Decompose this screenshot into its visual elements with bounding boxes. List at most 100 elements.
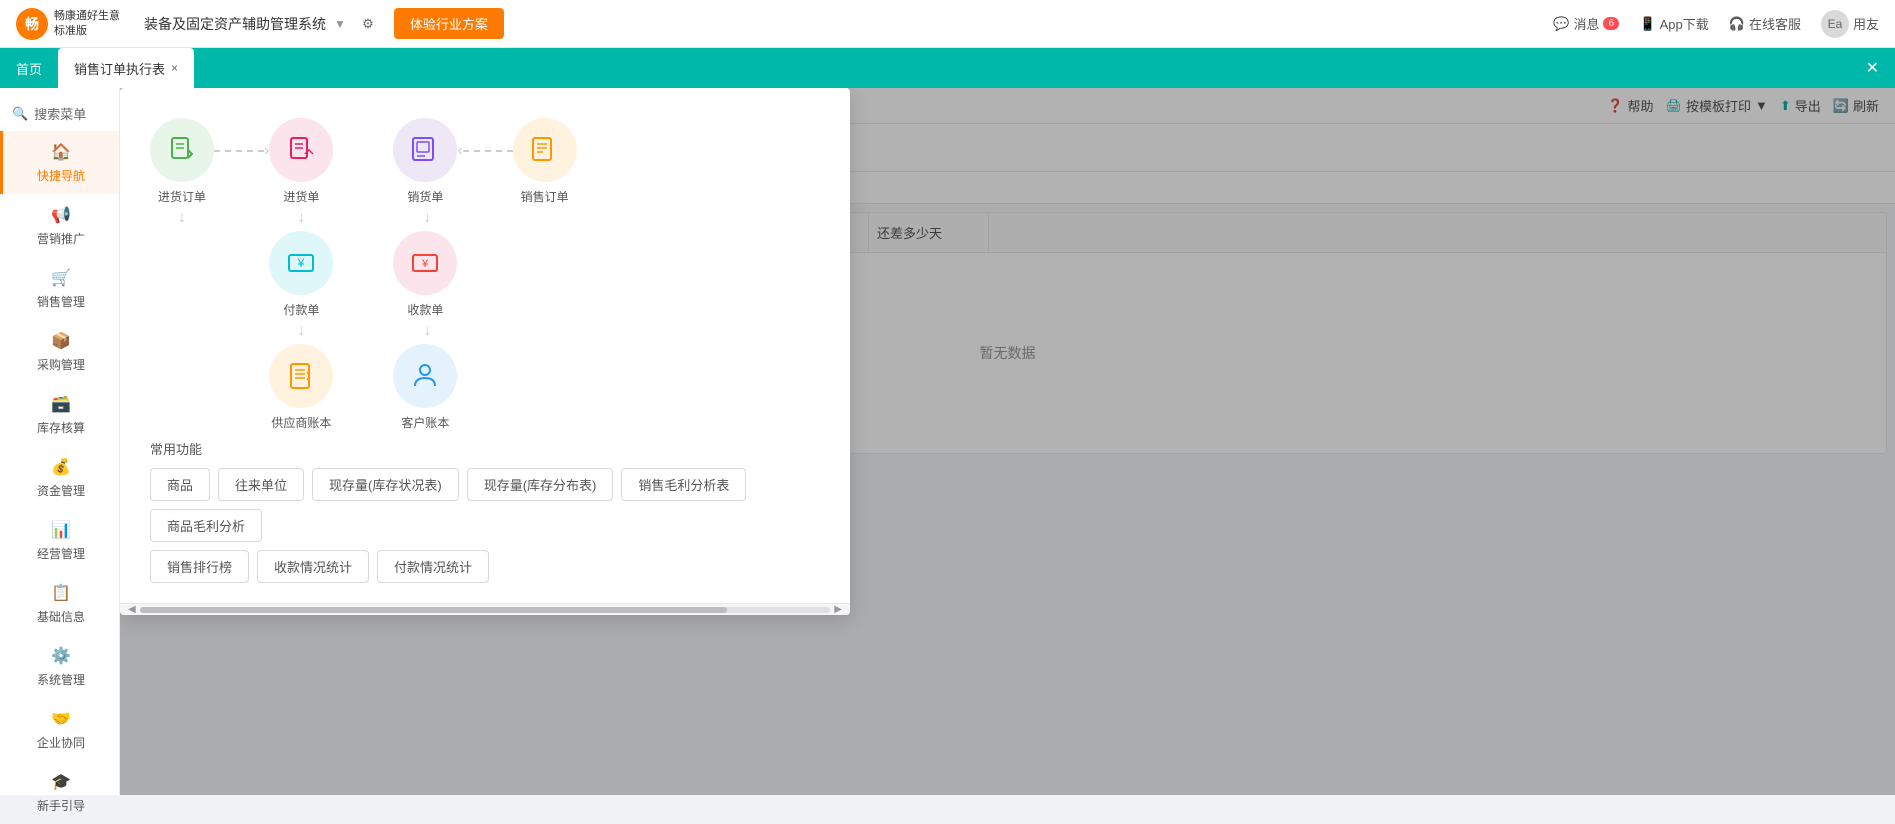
func-btn-sales-ranking[interactable]: 销售排行榜: [150, 550, 249, 583]
sales-order-label: 销售订单: [521, 188, 569, 205]
sales-icon: 🛒: [50, 267, 72, 289]
arrow-h-1: ›: [214, 118, 269, 160]
popup-content: 进货订单 ↓ ›: [120, 88, 850, 603]
flow-node-sales-order: 销售订单: [513, 118, 577, 205]
main-layout: 🔍 搜索菜单 🏠 快捷导航 📢 营销推广 🛒 销售管理 📦 采购管理 🗃️ 库存…: [0, 88, 1895, 795]
func-btn-stock-status[interactable]: 现存量(库存状况表): [312, 468, 459, 501]
sidebar-item-sales[interactable]: 🛒 销售管理: [0, 257, 119, 320]
scroll-right-icon[interactable]: ▶: [834, 604, 842, 615]
newbie-icon: 🎓: [50, 771, 72, 793]
tab-bar: 首页 销售订单执行表 × ✕: [0, 48, 1895, 88]
arrow-down-4: ↓: [423, 209, 431, 227]
content-area: ❓ 帮助 🖨 按模板打印 ▼ ⬆ 导出 🔄 刷新 yyyy-mm-dd 📅: [120, 88, 1895, 795]
online-service-label: 在线客服: [1749, 14, 1801, 33]
inventory-icon: 🗃️: [50, 393, 72, 415]
func-btn-receipt-stats[interactable]: 收款情况统计: [257, 550, 369, 583]
flow-col-mid-right: 销货单 ‹: [393, 118, 576, 431]
marketing-icon: 📢: [50, 204, 72, 226]
search-menu[interactable]: 🔍 搜索菜单: [0, 96, 119, 131]
home-icon: 🏠: [50, 141, 72, 163]
flow-node-purchase-bill: 进货单: [269, 118, 333, 205]
tab-close-icon[interactable]: ×: [171, 61, 178, 75]
sidebar: 🔍 搜索菜单 🏠 快捷导航 📢 营销推广 🛒 销售管理 📦 采购管理 🗃️ 库存…: [0, 88, 120, 795]
sidebar-item-marketing[interactable]: 📢 营销推广: [0, 194, 119, 257]
tab-sales-order[interactable]: 销售订单执行表 ×: [58, 48, 194, 88]
arrow-h-2: ‹: [457, 118, 512, 160]
enterprise-icon: 🤝: [50, 708, 72, 730]
func-btn-partners[interactable]: 往来单位: [218, 468, 304, 501]
purchase-icon: 📦: [50, 330, 72, 352]
func-btn-goods[interactable]: 商品: [150, 468, 210, 501]
common-title: 常用功能: [150, 439, 820, 458]
scroll-left-icon[interactable]: ◀: [128, 604, 136, 615]
tab-home[interactable]: 首页: [0, 48, 58, 88]
sidebar-item-base-info[interactable]: 📋 基础信息: [0, 572, 119, 635]
window-close-icon[interactable]: ✕: [1866, 58, 1879, 78]
receipt-label: 收款单: [407, 301, 443, 318]
mobile-icon: 📱: [1639, 16, 1655, 32]
logo-icon: 畅: [16, 8, 48, 40]
func-btn-stock-dist[interactable]: 现存量(库存分布表): [467, 468, 614, 501]
func-btn-goods-gross[interactable]: 商品毛利分析: [150, 509, 262, 542]
sys-mgmt-icon: ⚙️: [50, 645, 72, 667]
message-icon: 💬: [1553, 16, 1569, 32]
top-header: 畅 畅康通好生意 标准版 装备及固定资产辅助管理系统 ▼ ⚙ 体验行业方案 💬 …: [0, 0, 1895, 48]
sidebar-item-finance[interactable]: 💰 资金管理: [0, 446, 119, 509]
header-right: 💬 消息 6 📱 App下载 🎧 在线客服 Ea 用友: [1553, 10, 1879, 38]
supplier-ledger-icon: [269, 344, 333, 408]
sidebar-item-quick-nav[interactable]: 🏠 快捷导航: [0, 131, 119, 194]
func-btn-payment-stats[interactable]: 付款情况统计: [377, 550, 489, 583]
flow-node-supplier-ledger: 供应商账本: [269, 344, 333, 431]
finance-icon: 💰: [50, 456, 72, 478]
system-title-text: 装备及固定资产辅助管理系统: [144, 14, 326, 34]
sales-bill-label: 销货单: [407, 188, 443, 205]
popup-dialog: 进货订单 ↓ ›: [120, 88, 850, 615]
purchase-order-label: 进货订单: [158, 188, 206, 205]
svg-text:¥: ¥: [297, 256, 305, 270]
app-download-item[interactable]: 📱 App下载: [1639, 14, 1708, 33]
flow-node-payment: ¥ 付款单: [269, 231, 333, 318]
online-service-item[interactable]: 🎧 在线客服: [1729, 14, 1801, 33]
avatar: Ea: [1821, 10, 1849, 38]
sales-order-icon: [513, 118, 577, 182]
flow-node-sales-bill: 销货单: [393, 118, 457, 205]
search-icon: 🔍: [12, 106, 28, 122]
purchase-order-icon: [150, 118, 214, 182]
trial-btn[interactable]: 体验行业方案: [394, 8, 504, 39]
message-item[interactable]: 💬 消息 6: [1553, 14, 1619, 33]
sales-bill-icon: [393, 118, 457, 182]
sidebar-item-enterprise[interactable]: 🤝 企业协同: [0, 698, 119, 761]
arrow-down-3: ↓: [297, 322, 305, 340]
common-functions: 常用功能 商品 往来单位 现存量(库存状况表) 现存量(库存分布表) 销售毛利分…: [150, 439, 820, 583]
purchase-bill-icon: [269, 118, 333, 182]
system-title-area: 装备及固定资产辅助管理系统 ▼: [144, 14, 346, 34]
user-label: 用友: [1853, 14, 1879, 33]
receipt-icon: ¥: [393, 231, 457, 295]
sidebar-item-operations[interactable]: 📊 经营管理: [0, 509, 119, 572]
settings-gear-icon[interactable]: ⚙: [354, 10, 382, 38]
user-item[interactable]: Ea 用友: [1821, 10, 1879, 38]
sidebar-item-sys-mgmt[interactable]: ⚙️ 系统管理: [0, 635, 119, 698]
sidebar-item-purchase[interactable]: 📦 采购管理: [0, 320, 119, 383]
scroll-thumb: [140, 607, 727, 613]
flow-node-purchase-order: 进货订单: [150, 118, 214, 205]
svg-text:¥: ¥: [421, 258, 429, 270]
message-label: 消息: [1573, 14, 1599, 33]
popup-overlay: 进货订单 ↓ ›: [120, 88, 1895, 795]
message-badge: 6: [1603, 17, 1619, 30]
system-title-dropdown[interactable]: ▼: [334, 17, 346, 31]
operations-icon: 📊: [50, 519, 72, 541]
func-buttons: 商品 往来单位 现存量(库存状况表) 现存量(库存分布表) 销售毛利分析表 商品…: [150, 468, 820, 542]
sidebar-item-newbie[interactable]: 🎓 新手引导: [0, 761, 119, 824]
headset-icon: 🎧: [1729, 16, 1745, 32]
popup-scrollbar: ◀ ▶: [120, 603, 850, 615]
arrow-down-2: ↓: [297, 209, 305, 227]
func-btn-sales-gross[interactable]: 销售毛利分析表: [621, 468, 746, 501]
sidebar-item-inventory[interactable]: 🗃️ 库存核算: [0, 383, 119, 446]
logo-area: 畅 畅康通好生意 标准版: [16, 8, 136, 40]
payment-icon: ¥: [269, 231, 333, 295]
flow-col-mid-left: 进货单 ↓ ¥ 付款单: [269, 118, 333, 431]
purchase-bill-label: 进货单: [283, 188, 319, 205]
flow-node-receipt: ¥ 收款单: [393, 231, 457, 318]
scroll-track: [140, 607, 831, 613]
